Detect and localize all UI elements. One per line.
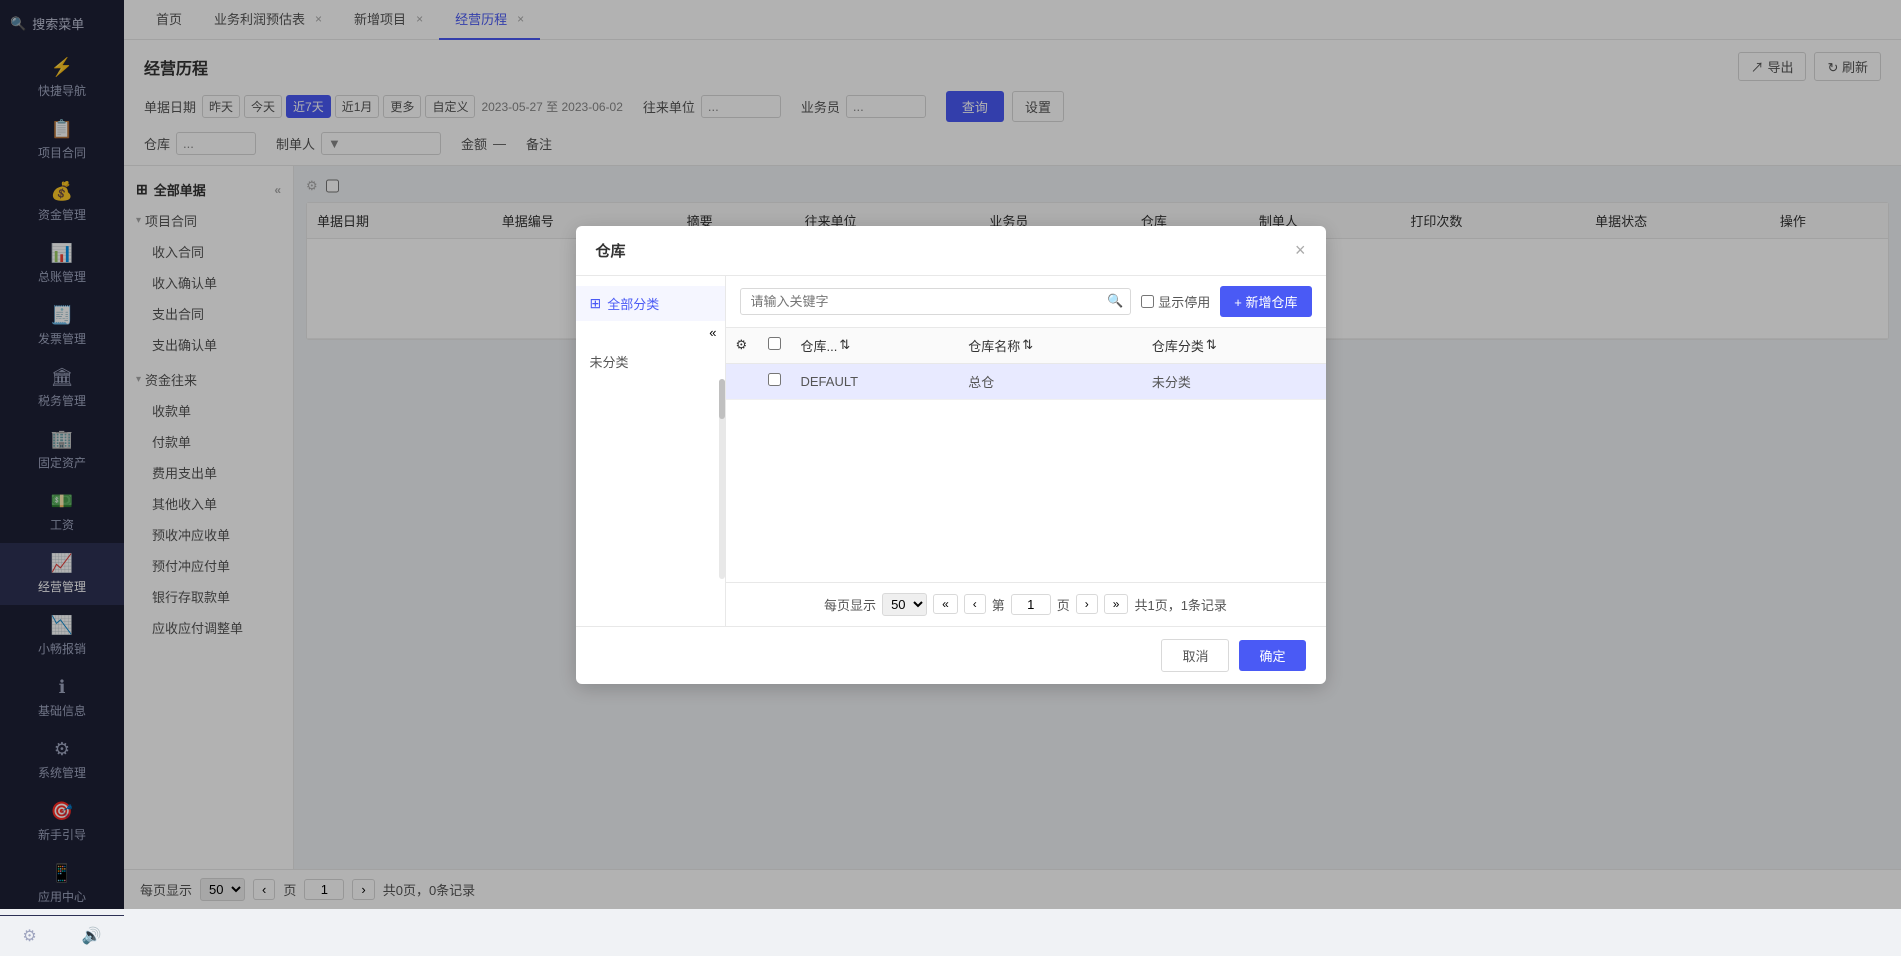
row-select-checkbox[interactable]	[768, 373, 781, 386]
modal-left-panel: ⊞ 全部分类 « 未分类	[576, 276, 726, 626]
modal-first-page[interactable]: «	[933, 594, 958, 614]
row-checkbox	[758, 363, 791, 399]
modal-unclassified[interactable]: 未分类	[576, 344, 725, 379]
collapse-icon: «	[709, 325, 716, 340]
modal-overlay[interactable]: 仓库 × ⊞ 全部分类 « 未分类	[0, 0, 1901, 909]
modal-per-page-select[interactable]: 50	[882, 593, 927, 616]
settings-bottom-icon[interactable]: ⚙	[22, 926, 36, 946]
sort-icon-3: ⇅	[1206, 337, 1217, 353]
scrollbar-thumb[interactable]	[719, 379, 725, 419]
row-category: 未分类	[1142, 363, 1326, 399]
modal-left-collapse[interactable]: «	[576, 321, 725, 344]
grid-icon-modal: ⊞	[590, 295, 602, 312]
modal-total-label: 共1页，1条记录	[1134, 595, 1226, 614]
modal-page-input[interactable]	[1011, 594, 1051, 615]
modal-footer: 取消 确定	[576, 626, 1326, 684]
modal-category-all[interactable]: ⊞ 全部分类	[576, 286, 725, 321]
modal-all-category-label: 全部分类	[607, 294, 659, 313]
row-gear	[726, 363, 758, 399]
gear-icon-table: ⚙	[736, 337, 748, 352]
modal-right-panel: 🔍 显示停用 + 新增仓库 ⚙	[726, 276, 1326, 626]
cancel-button[interactable]: 取消	[1161, 639, 1229, 672]
modal-per-page-label: 每页显示	[824, 595, 876, 614]
row-code: DEFAULT	[791, 363, 959, 399]
modal-left-scroll-area	[576, 379, 725, 579]
modal-header: 仓库 ×	[576, 226, 1326, 276]
add-warehouse-button[interactable]: + 新增仓库	[1220, 286, 1311, 317]
scrollbar-track	[719, 379, 725, 579]
modal-unclassified-label: 未分类	[590, 355, 629, 370]
table-select-all[interactable]	[768, 337, 781, 350]
modal-body: ⊞ 全部分类 « 未分类	[576, 276, 1326, 626]
modal-prev-page[interactable]: ‹	[964, 594, 986, 614]
col-warehouse-code[interactable]: 仓库... ⇅	[791, 328, 959, 364]
sort-warehouse-code[interactable]: 仓库... ⇅	[801, 336, 851, 355]
modal-search-input[interactable]	[740, 288, 1132, 315]
warehouse-table: ⚙ 仓库... ⇅ 仓库名称	[726, 328, 1326, 400]
modal-right-toolbar: 🔍 显示停用 + 新增仓库	[726, 276, 1326, 328]
modal-next-page[interactable]: ›	[1076, 594, 1098, 614]
volume-icon[interactable]: 🔊	[82, 926, 102, 946]
col-warehouse-name[interactable]: 仓库名称 ⇅	[958, 328, 1142, 364]
show-disabled-text: 显示停用	[1158, 292, 1210, 311]
modal-show-disabled-label[interactable]: 显示停用	[1141, 292, 1210, 311]
col-checkbox	[758, 328, 791, 364]
modal-page-label-pre: 第	[992, 595, 1005, 614]
modal-search-icon: 🔍	[1107, 293, 1123, 309]
sort-warehouse-name[interactable]: 仓库名称 ⇅	[968, 336, 1033, 355]
modal-title: 仓库	[596, 240, 626, 261]
row-name: 总仓	[958, 363, 1142, 399]
col-gear: ⚙	[726, 328, 758, 364]
modal-close-button[interactable]: ×	[1295, 240, 1306, 261]
table-row[interactable]: DEFAULT 总仓 未分类	[726, 363, 1326, 399]
sort-warehouse-category[interactable]: 仓库分类 ⇅	[1152, 336, 1217, 355]
sort-icon: ⇅	[839, 337, 850, 353]
modal-search: 🔍	[740, 288, 1132, 315]
modal-table: ⚙ 仓库... ⇅ 仓库名称	[726, 328, 1326, 582]
modal-pagination: 每页显示 50 « ‹ 第 页 › » 共1页，1条记录	[726, 582, 1326, 626]
show-disabled-checkbox[interactable]	[1141, 295, 1154, 308]
sidebar-bottom: ⚙ 🔊	[0, 915, 124, 956]
confirm-button[interactable]: 确定	[1239, 640, 1305, 671]
modal-page-label: 页	[1057, 595, 1070, 614]
warehouse-modal: 仓库 × ⊞ 全部分类 « 未分类	[576, 226, 1326, 684]
sort-icon-2: ⇅	[1022, 337, 1033, 353]
modal-last-page[interactable]: »	[1104, 594, 1129, 614]
col-warehouse-category[interactable]: 仓库分类 ⇅	[1142, 328, 1326, 364]
